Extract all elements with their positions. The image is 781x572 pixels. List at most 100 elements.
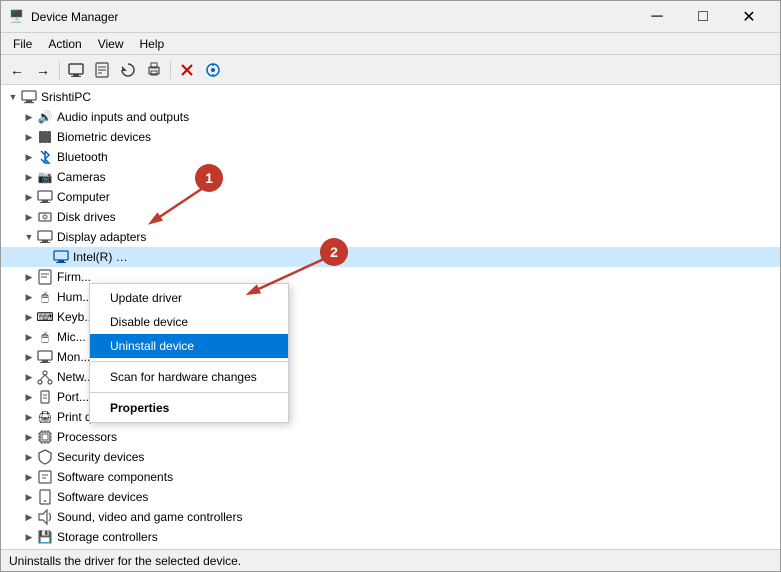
sw-comp-expand-icon[interactable]: ▶ [21,469,37,485]
tree-item-sw-devices[interactable]: ▶ Software devices [1,487,780,507]
bluetooth-expand-icon[interactable]: ▶ [21,149,37,165]
annotation-1: 1 [195,164,223,192]
tree-item-storage[interactable]: ▶ 💾 Storage controllers [1,527,780,547]
menu-view[interactable]: View [90,35,132,53]
print-icon: 🖨 [37,409,53,425]
tree-item-disk[interactable]: ▶ Disk drives [1,207,780,227]
tree-item-intel-gpu[interactable]: ▶ Intel(R) UHD Gra... [1,247,780,267]
mice-expand-icon[interactable]: ▶ [21,329,37,345]
menu-bar: File Action View Help [1,33,780,55]
root-expand-icon[interactable]: ▼ [5,89,21,105]
biometric-label: Biometric devices [57,130,151,144]
sound-label: Sound, video and game controllers [57,510,242,524]
monitors-icon [37,349,53,365]
menu-file[interactable]: File [5,35,40,53]
mice-icon: 🖱 [37,329,53,345]
window-icon: 🖥️ [9,9,25,25]
close-button[interactable]: ✕ [726,1,772,33]
storage-icon: 💾 [37,529,53,545]
audio-expand-icon[interactable]: ▶ [21,109,37,125]
keyboard-icon: ⌨ [37,309,53,325]
tree-item-processors[interactable]: ▶ Processors [1,427,780,447]
tree-item-biometric[interactable]: ▶ Biometric devices [1,127,780,147]
tree-item-sw-components[interactable]: ▶ Software components [1,467,780,487]
tree-item-bluetooth[interactable]: ▶ Bluetooth [1,147,780,167]
device-manager-window: 🖥️ Device Manager ─ □ ✕ File Action View… [0,0,781,572]
toolbar-sep2 [170,61,171,79]
menu-help[interactable]: Help [132,35,173,53]
firmware-label: Firm... [57,270,91,284]
monitors-expand-icon[interactable]: ▶ [21,349,37,365]
toolbar-remove[interactable] [175,58,199,82]
window-controls: ─ □ ✕ [634,1,772,33]
display-label: Display adapters [57,230,146,244]
tree-item-system[interactable]: ▶ ⚙ System devices [1,547,780,549]
processors-icon [37,429,53,445]
hid-label: Hum... [57,290,92,304]
tree-item-audio[interactable]: ▶ 🔊 Audio inputs and outputs [1,107,780,127]
computer-icon2 [37,189,53,205]
hid-icon: 🖱 [37,289,53,305]
sw-components-label: Software components [57,470,173,484]
disk-expand-icon[interactable]: ▶ [21,209,37,225]
ctx-scan-hardware[interactable]: Scan for hardware changes [90,365,288,389]
maximize-button[interactable]: □ [680,1,726,33]
tree-item-cameras[interactable]: ▶ 📷 Cameras [1,167,780,187]
cameras-icon: 📷 [37,169,53,185]
computer-expand-icon[interactable]: ▶ [21,189,37,205]
root-label: SrishtiPC [41,90,91,104]
tree-item-sound[interactable]: ▶ Sound, video and game controllers [1,507,780,527]
toolbar-forward[interactable]: → [31,58,55,82]
sound-expand-icon[interactable]: ▶ [21,509,37,525]
ctx-uninstall-device[interactable]: Uninstall device [90,334,288,358]
toolbar-refresh[interactable] [116,58,140,82]
display-icon [37,229,53,245]
ctx-sep1 [90,361,288,362]
cameras-label: Cameras [57,170,106,184]
display-expand-icon[interactable]: ▼ [21,229,37,245]
tree-item-security[interactable]: ▶ Security devices [1,447,780,467]
tree-root[interactable]: ▼ SrishtiPC [1,87,780,107]
ctx-disable-device[interactable]: Disable device [90,310,288,334]
audio-icon: 🔊 [37,109,53,125]
keyboard-expand-icon[interactable]: ▶ [21,309,37,325]
cameras-expand-icon[interactable]: ▶ [21,169,37,185]
minimize-button[interactable]: ─ [634,1,680,33]
toolbar-sep1 [59,61,60,79]
toolbar-print[interactable] [142,58,166,82]
print-expand-icon[interactable]: ▶ [21,409,37,425]
tree-item-display[interactable]: ▼ Display adapters [1,227,780,247]
security-label: Security devices [57,450,144,464]
monitors-label: Mon... [57,350,90,364]
security-expand-icon[interactable]: ▶ [21,449,37,465]
disk-label: Disk drives [57,210,116,224]
storage-expand-icon[interactable]: ▶ [21,529,37,545]
disk-icon [37,209,53,225]
biometric-expand-icon[interactable]: ▶ [21,129,37,145]
menu-action[interactable]: Action [40,35,89,53]
toolbar-computer[interactable] [64,58,88,82]
processors-label: Processors [57,430,117,444]
toolbar-back[interactable]: ← [5,58,29,82]
ctx-properties[interactable]: Properties [90,396,288,420]
main-content: ▼ SrishtiPC ▶ 🔊 Audio inputs and outputs [1,85,780,549]
firmware-icon [37,269,53,285]
annotation-2: 2 [320,238,348,266]
ports-expand-icon[interactable]: ▶ [21,389,37,405]
sw-comp-icon [37,469,53,485]
ports-label: Port... [57,390,89,404]
sw-dev-expand-icon[interactable]: ▶ [21,489,37,505]
firmware-expand-icon[interactable]: ▶ [21,269,37,285]
computer-label: Computer [57,190,110,204]
biometric-icon [37,129,53,145]
toolbar-scan[interactable] [201,58,225,82]
network-expand-icon[interactable]: ▶ [21,369,37,385]
device-tree[interactable]: ▼ SrishtiPC ▶ 🔊 Audio inputs and outputs [1,85,780,549]
window-title: Device Manager [31,10,634,24]
hid-expand-icon[interactable]: ▶ [21,289,37,305]
toolbar-properties[interactable] [90,58,114,82]
tree-item-computer[interactable]: ▶ Computer [1,187,780,207]
processors-expand-icon[interactable]: ▶ [21,429,37,445]
ctx-sep2 [90,392,288,393]
ctx-update-driver[interactable]: Update driver [90,286,288,310]
